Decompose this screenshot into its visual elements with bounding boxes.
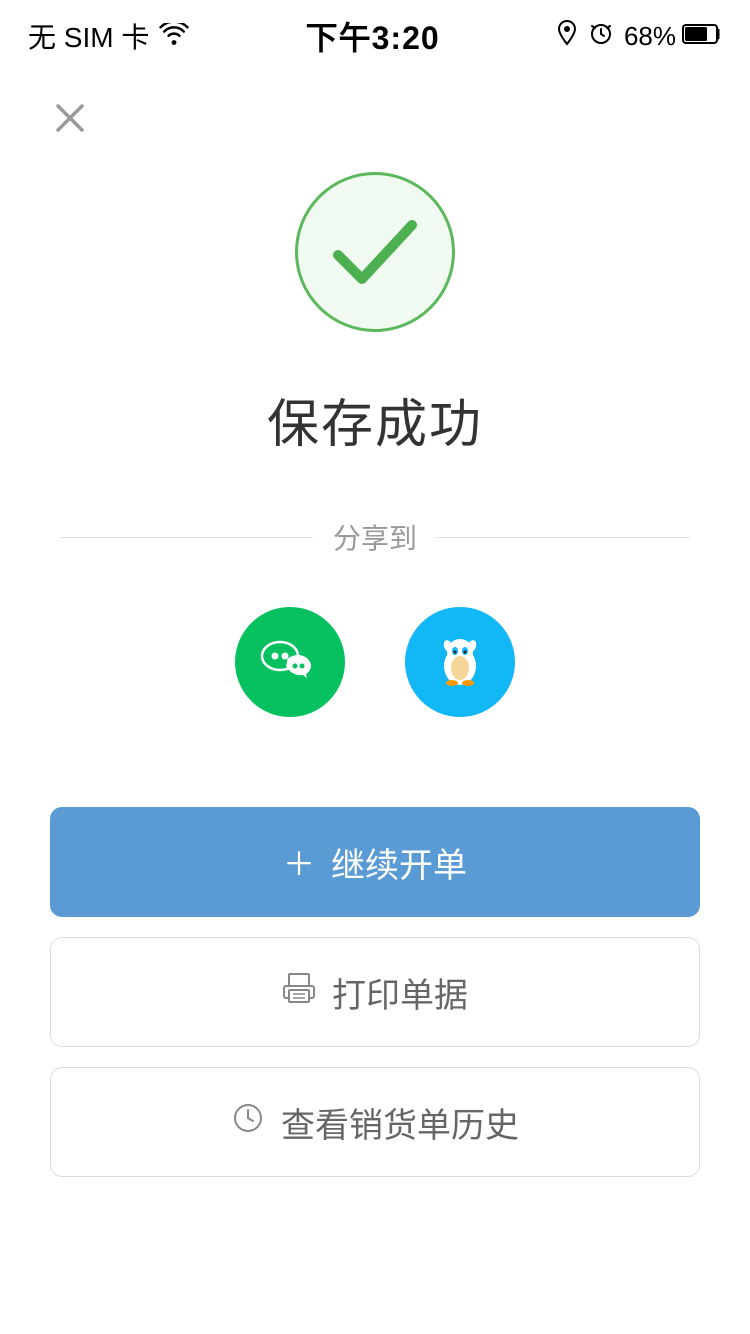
share-divider: 分享到 [60,517,690,557]
print-label: 打印单据 [332,968,468,1017]
wifi-icon [159,20,189,52]
battery-block: 68% [624,21,722,52]
divider-right [437,537,690,538]
continue-button[interactable]: ＋ 继续开单 [50,807,700,917]
battery-icon [682,21,722,52]
battery-percent: 68% [624,21,676,52]
divider-left [60,537,313,538]
print-icon [282,971,316,1013]
qq-share-button[interactable] [405,607,515,717]
status-right: 68% [556,20,722,53]
status-bar: 无 SIM 卡 下午3:20 [0,0,750,72]
plus-icon: ＋ [283,839,315,885]
action-buttons: ＋ 继续开单 打印单据 [0,807,750,1177]
carrier-text: 无 SIM 卡 [28,16,149,56]
success-title: 保存成功 [267,382,483,457]
location-icon [556,20,578,53]
history-button[interactable]: 查看销货单历史 [50,1067,700,1177]
alarm-icon [588,20,614,53]
status-time: 下午3:20 [306,13,440,59]
share-icons [60,607,690,717]
share-label: 分享到 [333,517,417,557]
success-icon-circle [295,172,455,332]
share-section: 分享到 [0,517,750,717]
continue-label: 继续开单 [331,838,467,887]
history-label: 查看销货单历史 [281,1098,519,1147]
status-left: 无 SIM 卡 [28,16,189,56]
close-button[interactable] [40,88,100,148]
clock-icon [231,1101,265,1143]
main-content: 保存成功 分享到 [0,72,750,1177]
print-button[interactable]: 打印单据 [50,937,700,1047]
wechat-share-button[interactable] [235,607,345,717]
